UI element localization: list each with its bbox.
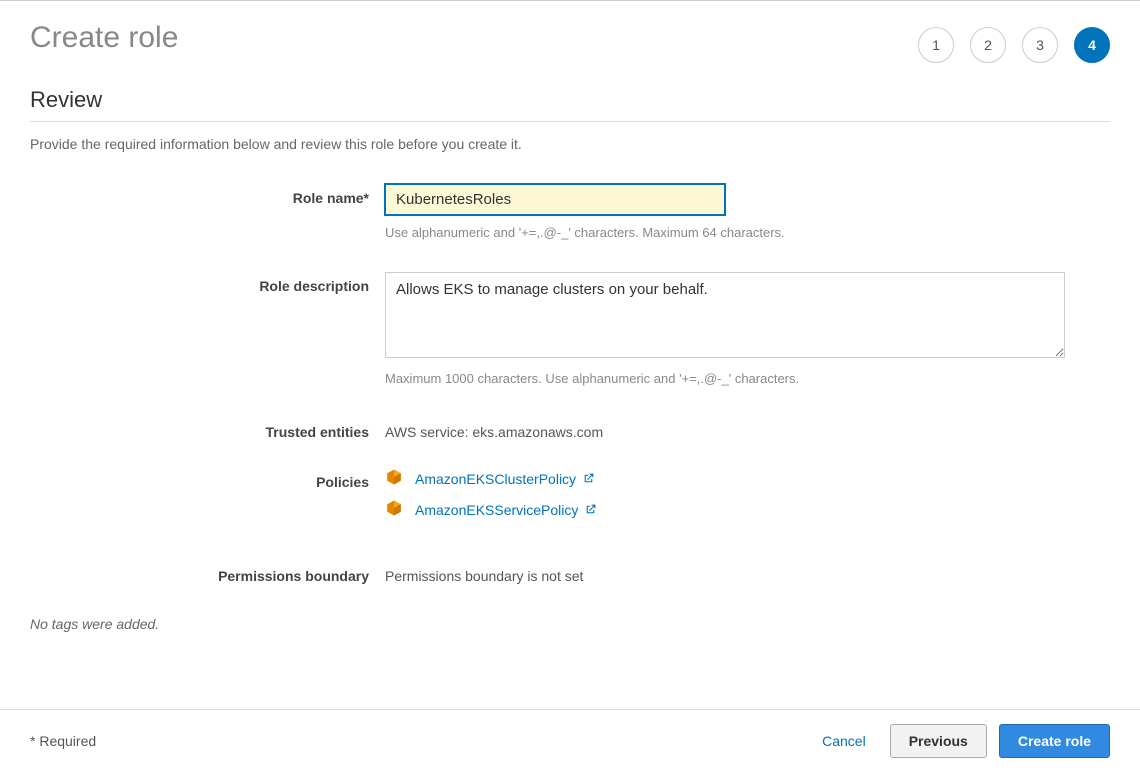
section-subtitle: Provide the required information below a… — [30, 136, 1110, 152]
policy-item: AmazonEKSServicePolicy — [385, 499, 1075, 520]
permissions-boundary-value: Permissions boundary is not set — [385, 562, 1075, 584]
permissions-boundary-label: Permissions boundary — [30, 562, 385, 584]
step-1[interactable]: 1 — [918, 27, 954, 63]
policy-cube-icon — [385, 468, 403, 489]
policies-label: Policies — [30, 468, 385, 490]
policy-item: AmazonEKSClusterPolicy — [385, 468, 1075, 489]
previous-button[interactable]: Previous — [890, 724, 987, 758]
no-tags-note: No tags were added. — [30, 616, 1110, 632]
role-description-label: Role description — [30, 272, 385, 294]
wizard-stepper: 1 2 3 4 — [918, 27, 1110, 63]
policy-name: AmazonEKSClusterPolicy — [415, 471, 576, 487]
required-note: * Required — [30, 733, 96, 749]
step-3[interactable]: 3 — [1022, 27, 1058, 63]
role-description-hint: Maximum 1000 characters. Use alphanumeri… — [385, 371, 1075, 386]
step-4[interactable]: 4 — [1074, 27, 1110, 63]
external-link-icon — [584, 503, 597, 516]
external-link-icon — [582, 472, 595, 485]
policy-link-2[interactable]: AmazonEKSServicePolicy — [415, 502, 597, 518]
trusted-entities-label: Trusted entities — [30, 418, 385, 440]
policy-link-1[interactable]: AmazonEKSClusterPolicy — [415, 471, 595, 487]
role-description-textarea[interactable] — [385, 272, 1065, 358]
policy-name: AmazonEKSServicePolicy — [415, 502, 578, 518]
create-role-button[interactable]: Create role — [999, 724, 1110, 758]
section-title: Review — [30, 87, 1110, 122]
page-title: Create role — [30, 21, 178, 55]
trusted-entities-value: AWS service: eks.amazonaws.com — [385, 418, 1075, 440]
role-name-input[interactable] — [385, 184, 725, 215]
role-name-label: Role name* — [30, 184, 385, 206]
role-name-hint: Use alphanumeric and '+=,.@-_' character… — [385, 225, 1075, 240]
cancel-button[interactable]: Cancel — [810, 725, 878, 757]
policy-cube-icon — [385, 499, 403, 520]
step-2[interactable]: 2 — [970, 27, 1006, 63]
